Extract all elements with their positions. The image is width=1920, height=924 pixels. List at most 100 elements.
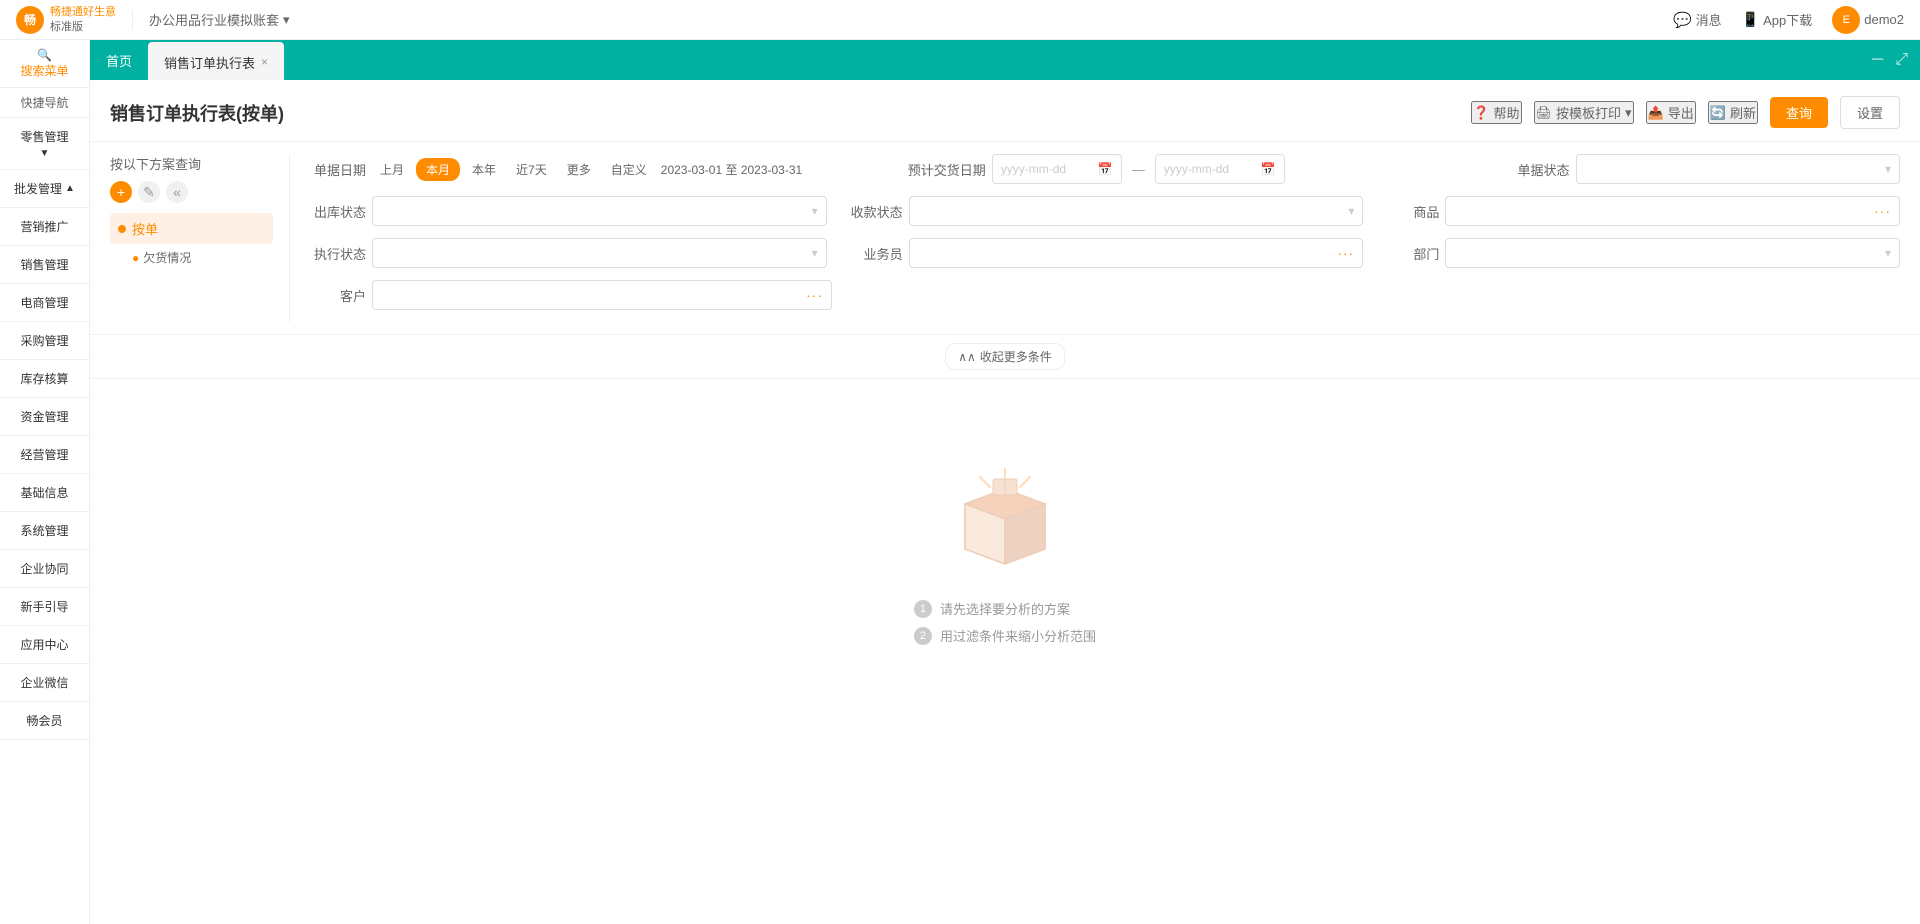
expected-date-end[interactable]: yyyy-mm-dd 📅 <box>1155 154 1285 184</box>
sidebar-item-purchase[interactable]: 采购管理 <box>0 322 89 360</box>
outbound-select[interactable]: ▾ <box>372 196 827 226</box>
scheme-edit-icon[interactable]: ✎ <box>138 181 160 203</box>
filter-row-1: 单据日期 上月 本月 本年 近7天 更多 自定义 2023-03-01 至 20… <box>306 154 1900 184</box>
goods-label: 商品 <box>1379 202 1439 221</box>
logo-text: 畅捷通好生意标准版 <box>50 5 116 34</box>
tab-active-label: 销售订单执行表 <box>164 53 255 72</box>
export-label: 导出 <box>1668 103 1694 122</box>
salesperson-input[interactable]: ··· <box>909 238 1364 268</box>
customer-dots[interactable]: ··· <box>806 287 823 303</box>
page-title: 销售订单执行表(按单) <box>110 100 284 126</box>
basics-label: 基础信息 <box>20 484 68 501</box>
expected-date-label: 预计交货日期 <box>908 160 986 179</box>
sidebar-item-ecommerce[interactable]: 电商管理 <box>0 284 89 322</box>
refresh-button[interactable]: 🔄 刷新 <box>1708 101 1758 124</box>
ecommerce-label: 电商管理 <box>20 294 68 311</box>
sidebar-item-apps[interactable]: 应用中心 <box>0 626 89 664</box>
sidebar-item-retail[interactable]: 零售管理 ▼ <box>0 118 89 170</box>
calendar-icon-start: 📅 <box>1098 162 1113 176</box>
scheme-sub-item-stock[interactable]: ● 欠货情况 <box>110 244 273 271</box>
collection-select[interactable]: ▾ <box>909 196 1364 226</box>
scheme-add-icon[interactable]: + <box>110 181 132 203</box>
retail-arrow: ▼ <box>40 148 50 159</box>
execution-group: 执行状态 ▾ <box>306 238 827 268</box>
page-content: 销售订单执行表(按单) ❓ 帮助 🖨 按模板打印 ▾ 📤 导出 <box>90 80 1920 924</box>
help-button[interactable]: ❓ 帮助 <box>1471 101 1521 124</box>
top-bar-right: 💬 消息 📱 App下载 E demo2 <box>1673 6 1904 34</box>
export-button[interactable]: 📤 导出 <box>1646 101 1696 124</box>
execution-chevron: ▾ <box>812 246 818 260</box>
date-btn-more[interactable]: 更多 <box>559 158 599 181</box>
sidebar-item-operation[interactable]: 经营管理 <box>0 436 89 474</box>
member-label: 畅会员 <box>26 712 62 729</box>
execution-select[interactable]: ▾ <box>372 238 827 268</box>
sidebar-item-basics[interactable]: 基础信息 <box>0 474 89 512</box>
scheme-collapse-icon[interactable]: « <box>166 181 188 203</box>
scheme-item-order[interactable]: 按单 <box>110 213 273 244</box>
inventory-label: 库存核算 <box>20 370 68 387</box>
customer-input[interactable]: ··· <box>372 280 832 310</box>
top-bar-left: 畅 畅捷通好生意标准版 办公用品行业模拟账套 ▾ <box>16 5 290 34</box>
date-btn-custom[interactable]: 自定义 <box>603 158 655 181</box>
settings-button[interactable]: 设置 <box>1840 96 1900 129</box>
top-bar: 畅 畅捷通好生意标准版 办公用品行业模拟账套 ▾ 💬 消息 📱 App下载 E … <box>0 0 1920 40</box>
sidebar-item-sales[interactable]: 销售管理 <box>0 246 89 284</box>
salesperson-label: 业务员 <box>843 244 903 263</box>
query-button[interactable]: 查询 <box>1770 97 1828 128</box>
sidebar-item-collab[interactable]: 企业协同 <box>0 550 89 588</box>
sidebar-item-newbie[interactable]: 新手引导 <box>0 588 89 626</box>
maximize-icon[interactable]: ⤢ <box>1895 51 1908 69</box>
sidebar-item-inventory[interactable]: 库存核算 <box>0 360 89 398</box>
date-btn-this-month[interactable]: 本月 <box>416 158 460 181</box>
hint-num-2: 2 <box>914 627 932 645</box>
industry-select[interactable]: 办公用品行业模拟账套 ▾ <box>149 10 290 29</box>
user-action[interactable]: E demo2 <box>1832 6 1904 34</box>
date-start-placeholder: yyyy-mm-dd <box>1001 162 1066 176</box>
print-icon: 🖨 <box>1536 105 1553 121</box>
minimize-icon[interactable]: ─ <box>1872 51 1883 69</box>
tab-close-icon[interactable]: × <box>261 55 268 69</box>
wechat-label: 企业微信 <box>20 674 68 691</box>
avatar: E <box>1832 6 1860 34</box>
print-label: 按模板打印 <box>1556 103 1621 122</box>
tab-active[interactable]: 销售订单执行表 × <box>148 42 284 82</box>
sidebar-search[interactable]: 🔍 搜索菜单 <box>0 40 89 88</box>
sidebar-quick-nav[interactable]: 快捷导航 <box>0 88 89 118</box>
collapse-button[interactable]: ∧∧ 收起更多条件 <box>945 343 1065 370</box>
outbound-label: 出库状态 <box>306 202 366 221</box>
sidebar-item-wechat[interactable]: 企业微信 <box>0 664 89 702</box>
sidebar-item-system[interactable]: 系统管理 <box>0 512 89 550</box>
print-button[interactable]: 🖨 按模板打印 ▾ <box>1534 101 1634 124</box>
sub-icon: ● <box>132 251 139 265</box>
sidebar-item-marketing[interactable]: 营销推广 <box>0 208 89 246</box>
expected-date-start[interactable]: yyyy-mm-dd 📅 <box>992 154 1122 184</box>
sidebar-item-member[interactable]: 畅会员 <box>0 702 89 740</box>
sales-label: 销售管理 <box>20 256 68 273</box>
filters-panel: 单据日期 上月 本月 本年 近7天 更多 自定义 2023-03-01 至 20… <box>290 154 1900 322</box>
scheme-header: 按以下方案查询 <box>110 154 273 173</box>
empty-hint-2: 2 用过滤条件来缩小分析范围 <box>914 626 1096 645</box>
doc-status-select[interactable]: ▾ <box>1576 154 1901 184</box>
calendar-icon-end: 📅 <box>1261 162 1276 176</box>
filter-row-2: 出库状态 ▾ 收款状态 ▾ <box>306 196 1900 226</box>
main-layout: 🔍 搜索菜单 快捷导航 零售管理 ▼ 批发管理 ▲ 营销推广 销售管理 电商管理… <box>0 40 1920 924</box>
tab-home[interactable]: 首页 <box>90 40 148 80</box>
dept-select[interactable]: ▾ <box>1445 238 1900 268</box>
industry-chevron: ▾ <box>283 12 290 28</box>
goods-input[interactable]: ··· <box>1445 196 1900 226</box>
date-btn-this-year[interactable]: 本年 <box>464 158 504 181</box>
help-icon: ❓ <box>1473 105 1489 121</box>
goods-dots[interactable]: ··· <box>1874 203 1891 219</box>
message-action[interactable]: 💬 消息 <box>1673 10 1722 29</box>
apps-label: 应用中心 <box>20 636 68 653</box>
salesperson-dots[interactable]: ··· <box>1337 245 1354 261</box>
refresh-label: 刷新 <box>1730 103 1756 122</box>
sidebar-item-finance[interactable]: 资金管理 <box>0 398 89 436</box>
sidebar-item-wholesale[interactable]: 批发管理 ▲ <box>0 170 89 208</box>
date-btn-7days[interactable]: 近7天 <box>508 158 555 181</box>
download-action[interactable]: 📱 App下载 <box>1742 10 1813 29</box>
date-btn-group: 上月 本月 本年 近7天 更多 自定义 <box>372 158 655 181</box>
date-btn-last-month[interactable]: 上月 <box>372 158 412 181</box>
goods-group: 商品 ··· <box>1379 196 1900 226</box>
logo-icon: 畅 <box>16 6 44 34</box>
